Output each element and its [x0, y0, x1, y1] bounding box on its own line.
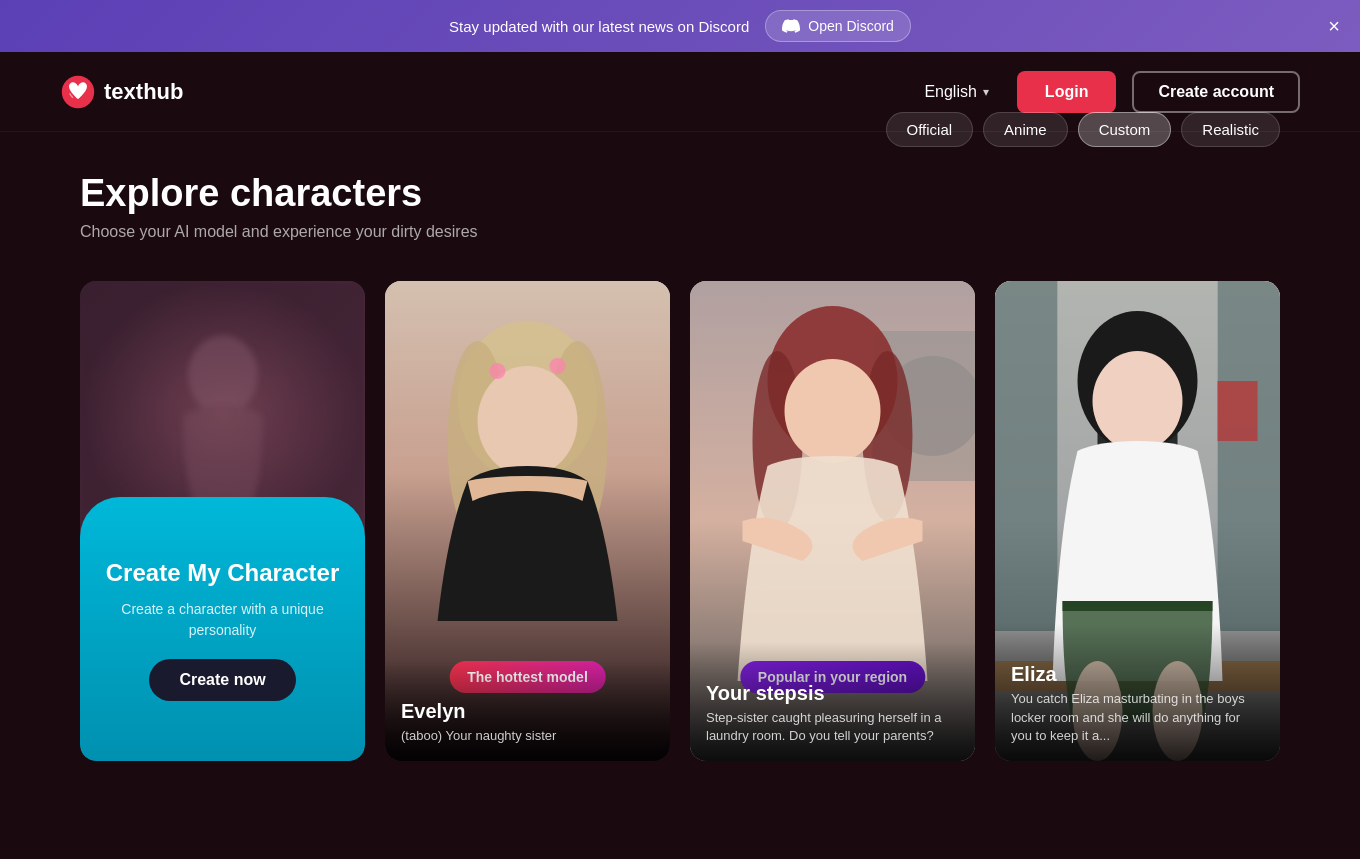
language-selector[interactable]: English ▾	[912, 75, 1000, 109]
evelyn-info: Evelyn (taboo) Your naughty sister	[385, 660, 670, 761]
svg-point-15	[785, 359, 881, 463]
svg-point-23	[1093, 351, 1183, 451]
filter-realistic[interactable]: Realistic	[1181, 112, 1280, 147]
eliza-info: Eliza You catch Eliza masturbating in th…	[995, 623, 1280, 761]
create-card-content: Create My Character Create a character w…	[80, 497, 365, 761]
character-card-evelyn[interactable]: The hottest model Evelyn (taboo) Your na…	[385, 281, 670, 761]
evelyn-name: Evelyn	[401, 700, 654, 723]
filter-anime[interactable]: Anime	[983, 112, 1068, 147]
svg-rect-26	[1218, 381, 1258, 441]
logo-icon	[60, 74, 96, 110]
banner-close-button[interactable]: ×	[1328, 16, 1340, 36]
create-now-button[interactable]: Create now	[149, 659, 295, 701]
filter-custom[interactable]: Custom	[1078, 112, 1172, 147]
banner-text: Stay updated with our latest news on Dis…	[449, 18, 749, 35]
create-card-description: Create a character with a unique persona…	[100, 599, 345, 641]
svg-point-6	[478, 366, 578, 476]
evelyn-desc: (taboo) Your naughty sister	[401, 727, 654, 745]
create-card-title: Create My Character	[106, 557, 339, 588]
eliza-name: Eliza	[1011, 663, 1264, 686]
main-content: Explore characters Choose your AI model …	[0, 132, 1360, 801]
filter-tabs: Official Anime Custom Realistic	[886, 112, 1280, 147]
svg-point-1	[188, 335, 258, 415]
svg-rect-18	[1218, 281, 1281, 631]
lang-label: English	[924, 83, 976, 101]
login-button[interactable]: Login	[1017, 71, 1117, 113]
header-actions: English ▾ Login Create account	[912, 71, 1300, 113]
explore-subtitle: Choose your AI model and experience your…	[80, 223, 478, 241]
discord-icon	[782, 17, 800, 35]
logo[interactable]: texthub	[60, 74, 183, 110]
logo-text: texthub	[104, 79, 183, 105]
page-title: Explore characters	[80, 172, 478, 215]
discord-btn-label: Open Discord	[808, 18, 894, 34]
characters-grid: Create My Character Create a character w…	[80, 281, 1280, 761]
eliza-desc: You catch Eliza masturbating in the boys…	[1011, 690, 1264, 745]
svg-point-7	[490, 363, 506, 379]
character-card-stepsis[interactable]: Popular in your region Your stepsis Step…	[690, 281, 975, 761]
create-character-card[interactable]: Create My Character Create a character w…	[80, 281, 365, 761]
chevron-down-icon: ▾	[983, 85, 989, 99]
stepsis-name: Your stepsis	[706, 682, 959, 705]
svg-rect-17	[995, 281, 1058, 631]
create-account-button[interactable]: Create account	[1132, 71, 1300, 113]
stepsis-desc: Step-sister caught pleasuring herself in…	[706, 709, 959, 745]
svg-point-8	[550, 358, 566, 374]
open-discord-button[interactable]: Open Discord	[765, 10, 911, 42]
character-card-eliza[interactable]: Eliza You catch Eliza masturbating in th…	[995, 281, 1280, 761]
discord-banner: Stay updated with our latest news on Dis…	[0, 0, 1360, 52]
stepsis-info: Your stepsis Step-sister caught pleasuri…	[690, 642, 975, 761]
filter-official[interactable]: Official	[886, 112, 974, 147]
